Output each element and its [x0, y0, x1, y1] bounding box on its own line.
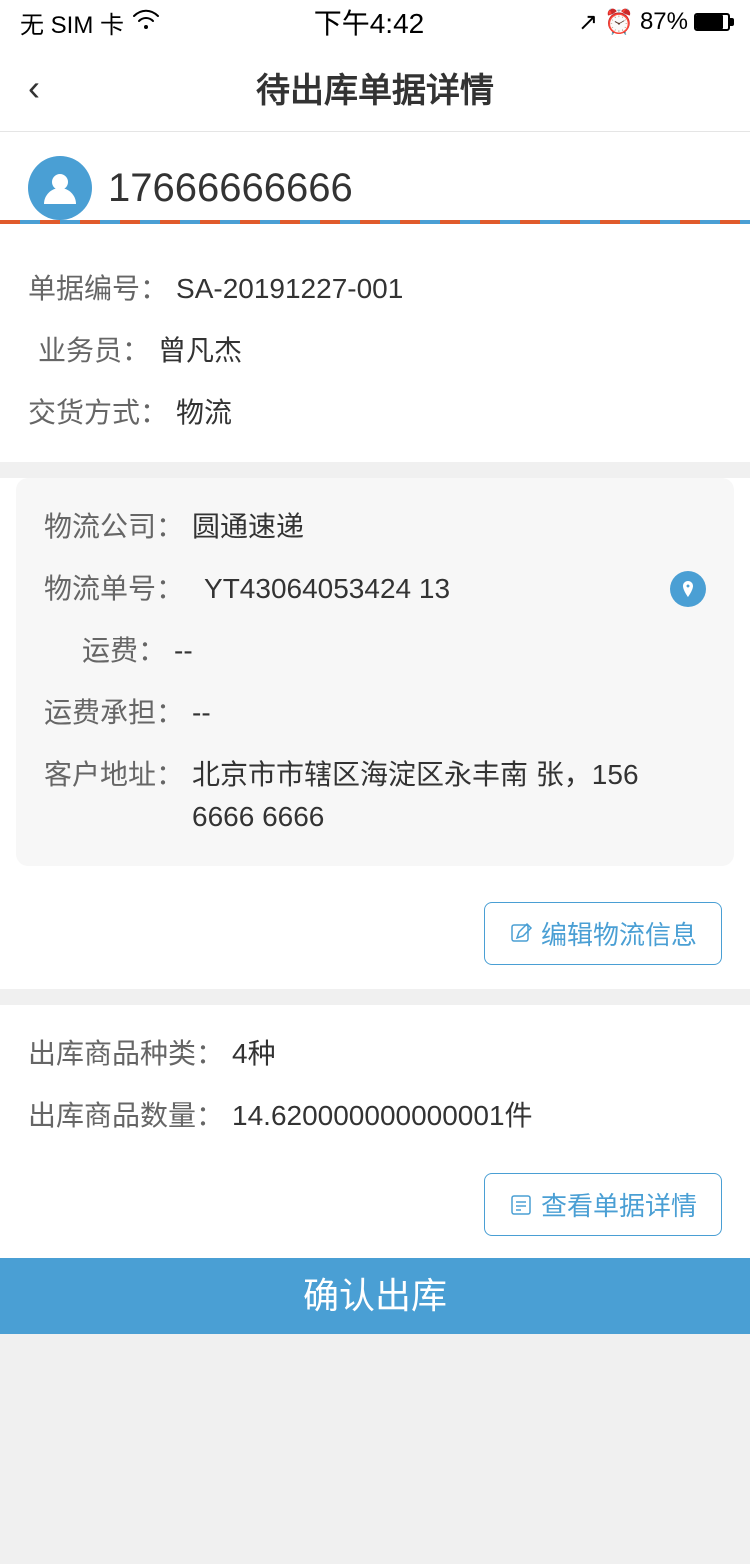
tracking-number-row: 物流单号： YT43064053424 13 [44, 568, 706, 610]
document-number-row: 单据编号： SA-20191227-001 [28, 268, 722, 310]
view-detail-btn-wrap: 查看单据详情 [0, 1157, 750, 1264]
delivery-method-label: 交货方式： [28, 392, 176, 434]
freight-bearer-value: -- [192, 692, 706, 734]
quantity-section: 出库商品种类： 4种 出库商品数量： 14.620000000000001件 [0, 1005, 750, 1157]
carrier-label: 无 SIM 卡 [20, 5, 124, 40]
status-bar: 无 SIM 卡 下午4:42 ↗ ⏰ 87% [0, 0, 750, 44]
logistics-company-row: 物流公司： 圆通速递 [44, 506, 706, 548]
freight-row: 运费： -- [44, 630, 706, 672]
product-type-row: 出库商品种类： 4种 [28, 1033, 722, 1075]
logistics-company-label: 物流公司： [44, 506, 192, 548]
address-row: 客户地址： 北京市市辖区海淀区永丰南 张，156 6666 6666 [44, 754, 706, 838]
edit-logistics-btn-wrap: 编辑物流信息 [0, 882, 750, 985]
location-arrow-icon: ↗ [578, 8, 598, 37]
address-label: 客户地址： [44, 754, 192, 796]
view-detail-label: 查看单据详情 [541, 1186, 697, 1223]
nav-bar: ‹ 待出库单据详情 [0, 44, 750, 132]
confirm-button-wrap: 确认出库 [0, 1258, 750, 1334]
tracking-value: YT43064053424 13 [204, 568, 658, 610]
list-icon [509, 1193, 533, 1217]
edit-icon [509, 922, 533, 946]
battery-label: 87% [640, 8, 688, 36]
salesman-row: 业务员： 曾凡杰 [28, 330, 722, 372]
battery-icon [694, 13, 730, 31]
address-value: 北京市市辖区海淀区永丰南 张，156 6666 6666 [192, 754, 706, 838]
view-detail-button[interactable]: 查看单据详情 [484, 1173, 722, 1236]
basic-info-section: 单据编号： SA-20191227-001 业务员： 曾凡杰 交货方式： 物流 [0, 240, 750, 462]
wifi-icon [132, 8, 160, 36]
confirm-button[interactable]: 确认出库 [0, 1278, 750, 1314]
status-left: 无 SIM 卡 [20, 5, 160, 40]
back-button[interactable]: ‹ [28, 67, 40, 109]
product-type-value: 4种 [232, 1033, 722, 1075]
dashed-divider [0, 220, 750, 228]
confirm-label: 确认出库 [303, 1275, 447, 1316]
product-quantity-label: 出库商品数量： [28, 1095, 232, 1137]
status-time: 下午4:42 [314, 2, 425, 42]
freight-label: 运费： [44, 630, 174, 672]
salesman-value: 曾凡杰 [158, 330, 722, 372]
user-phone: 17666666666 [108, 166, 353, 211]
tracking-location-icon[interactable] [670, 571, 706, 607]
product-quantity-value: 14.620000000000001件 [232, 1095, 722, 1137]
section-separator-1 [0, 989, 750, 1005]
clock-icon: ⏰ [604, 8, 634, 37]
freight-bearer-row: 运费承担： -- [44, 692, 706, 734]
freight-value: -- [174, 630, 706, 672]
freight-bearer-label: 运费承担： [44, 692, 192, 734]
logistics-card: 物流公司： 圆通速递 物流单号： YT43064053424 13 运费： --… [16, 478, 734, 866]
delivery-method-value: 物流 [176, 392, 722, 434]
nav-title: 待出库单据详情 [256, 63, 494, 112]
tracking-label: 物流单号： [44, 568, 192, 610]
edit-logistics-label: 编辑物流信息 [541, 915, 697, 952]
product-type-label: 出库商品种类： [28, 1033, 232, 1075]
user-header: 17666666666 [0, 132, 750, 220]
logistics-wrapper: 物流公司： 圆通速递 物流单号： YT43064053424 13 运费： --… [0, 478, 750, 989]
logistics-company-value: 圆通速递 [192, 506, 706, 548]
document-number-label: 单据编号： [28, 268, 176, 310]
product-quantity-row: 出库商品数量： 14.620000000000001件 [28, 1095, 722, 1137]
delivery-method-row: 交货方式： 物流 [28, 392, 722, 434]
user-avatar [28, 156, 92, 220]
salesman-label: 业务员： [28, 330, 158, 372]
document-number-value: SA-20191227-001 [176, 268, 722, 310]
status-right: ↗ ⏰ 87% [578, 8, 730, 37]
edit-logistics-button[interactable]: 编辑物流信息 [484, 902, 722, 965]
